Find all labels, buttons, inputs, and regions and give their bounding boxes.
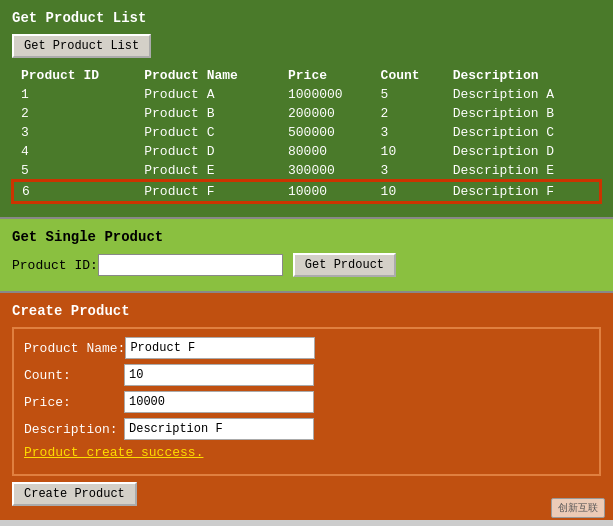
col-header-count: Count [373,66,445,85]
table-cell: 3 [373,123,445,142]
table-cell: Product F [136,181,280,202]
table-cell: Description A [445,85,600,104]
count-row: Count: [24,364,589,386]
table-cell: 1 [13,85,136,104]
table-cell: 5 [373,85,445,104]
table-cell: 10000 [280,181,373,202]
table-cell: 10 [373,181,445,202]
table-row: 2Product B2000002Description B [13,104,600,123]
table-row: 5Product E3000003Description E [13,161,600,181]
create-product-form: Product Name: Count: Price: Description:… [12,327,601,476]
product-name-row: Product Name: [24,337,589,359]
col-header-desc: Description [445,66,600,85]
create-product-button[interactable]: Create Product [12,482,137,506]
table-cell: Product C [136,123,280,142]
table-cell: Product A [136,85,280,104]
product-id-label: Product ID: [12,258,98,273]
description-input[interactable] [124,418,314,440]
product-table: Product ID Product Name Price Count Desc… [12,66,601,203]
product-name-input[interactable] [125,337,315,359]
table-row: 4Product D8000010Description D [13,142,600,161]
get-product-list-button[interactable]: Get Product List [12,34,151,58]
price-input[interactable] [124,391,314,413]
col-header-name: Product Name [136,66,280,85]
table-cell: 1000000 [280,85,373,104]
product-list-title: Get Product List [12,10,601,26]
table-cell: Description F [445,181,600,202]
product-name-label: Product Name: [24,341,125,356]
create-product-section: Create Product Product Name: Count: Pric… [0,293,613,520]
table-cell: 2 [13,104,136,123]
table-cell: 500000 [280,123,373,142]
description-label: Description: [24,422,124,437]
table-cell: 6 [13,181,136,202]
col-header-id: Product ID [13,66,136,85]
table-cell: Product E [136,161,280,181]
get-single-product-button[interactable]: Get Prdouct [293,253,396,277]
watermark: 创新互联 [551,498,605,518]
price-label: Price: [24,395,124,410]
price-row: Price: [24,391,589,413]
table-cell: Description E [445,161,600,181]
create-product-title: Create Product [12,303,601,319]
table-cell: 80000 [280,142,373,161]
table-cell: 2 [373,104,445,123]
product-id-input[interactable] [98,254,283,276]
table-cell: Description B [445,104,600,123]
single-product-title: Get Single Product [12,229,601,245]
single-product-form-row: Product ID: Get Prdouct [12,253,601,277]
table-cell: Description C [445,123,600,142]
table-cell: Description D [445,142,600,161]
table-row: 6Product F1000010Description F [13,181,600,202]
count-input[interactable] [124,364,314,386]
single-product-section: Get Single Product Product ID: Get Prdou… [0,219,613,293]
table-row: 1Product A10000005Description A [13,85,600,104]
success-message: Product create success. [24,445,589,460]
count-label: Count: [24,368,124,383]
product-list-section: Get Product List Get Product List Produc… [0,0,613,219]
table-cell: Product B [136,104,280,123]
table-row: 3Product C5000003Description C [13,123,600,142]
table-cell: 4 [13,142,136,161]
table-cell: 5 [13,161,136,181]
table-cell: 3 [13,123,136,142]
table-cell: 300000 [280,161,373,181]
table-cell: 200000 [280,104,373,123]
table-cell: 10 [373,142,445,161]
description-row: Description: [24,418,589,440]
table-cell: 3 [373,161,445,181]
table-cell: Product D [136,142,280,161]
col-header-price: Price [280,66,373,85]
